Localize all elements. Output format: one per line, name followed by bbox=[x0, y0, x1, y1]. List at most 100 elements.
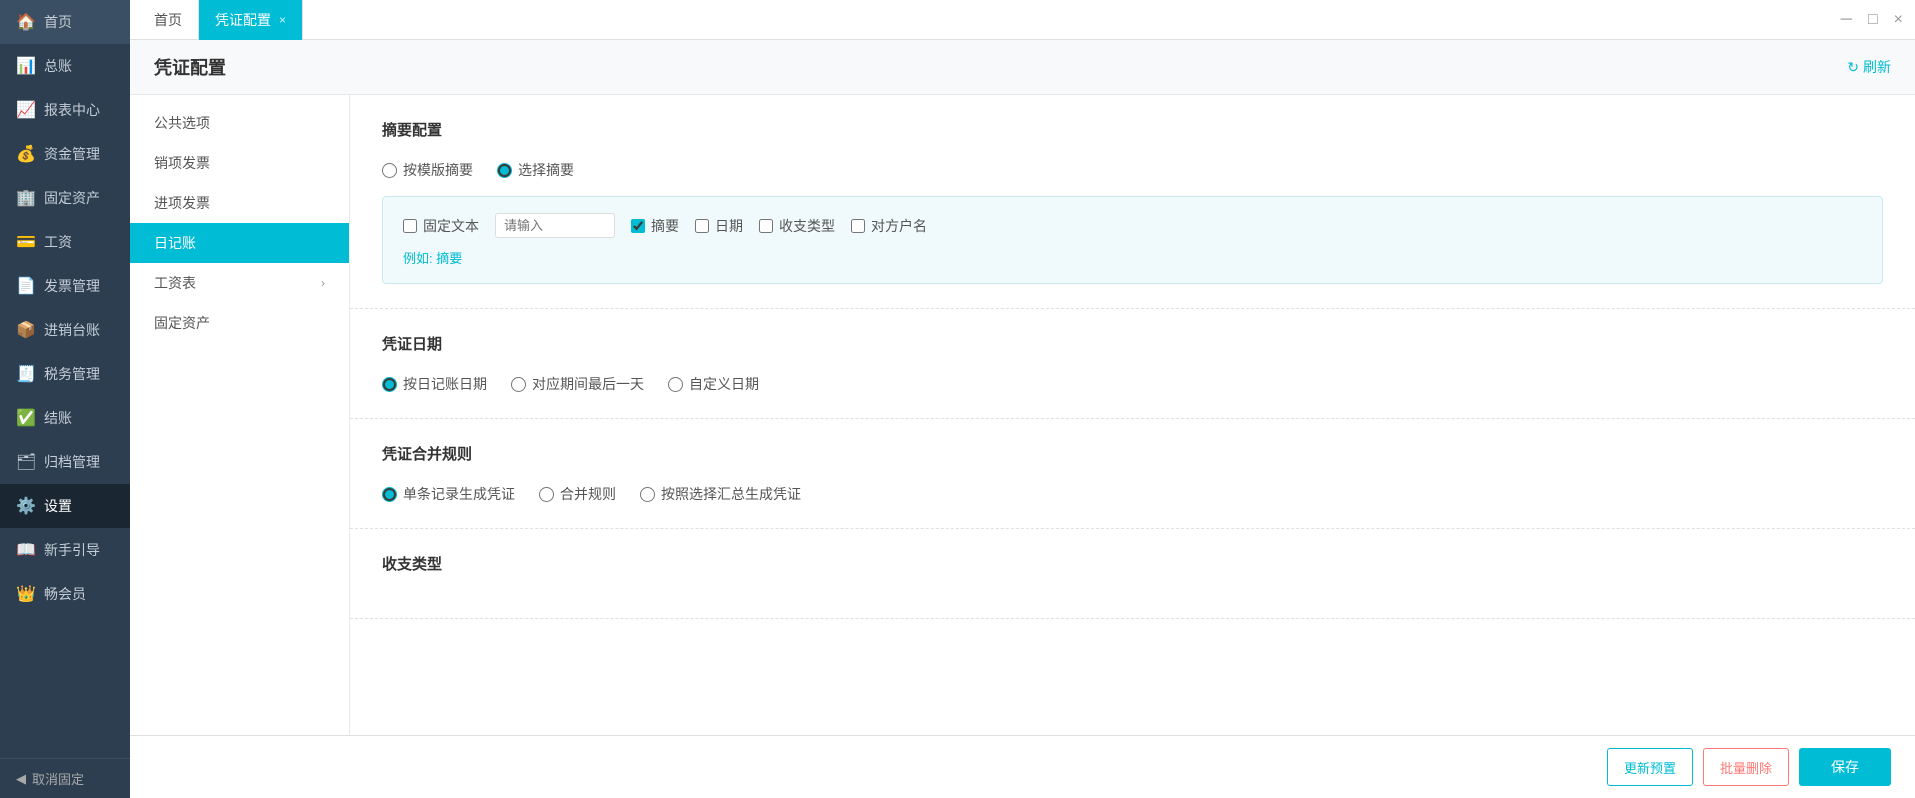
close-button[interactable]: × bbox=[1890, 7, 1907, 33]
tab-bar: 首页凭证配置 × ─ □ × bbox=[130, 0, 1915, 40]
date-checkbox[interactable] bbox=[695, 219, 709, 233]
abstract-checkbox[interactable] bbox=[631, 219, 645, 233]
left-nav-item-sales-invoice[interactable]: 销项发票 bbox=[130, 143, 349, 183]
abstract-checkbox-label[interactable]: 摘要 bbox=[631, 216, 679, 236]
fixed-text-checkbox-label[interactable]: 固定文本 bbox=[403, 216, 479, 236]
by-template-option[interactable]: 按模版摘要 bbox=[382, 160, 473, 180]
left-nav-item-fixed-assets-nav[interactable]: 固定资产 bbox=[130, 303, 349, 343]
main-area: 首页凭证配置× ─ □ × 凭证配置 ↻ 刷新 公共选项销项发票进项发票日记账工… bbox=[130, 0, 1915, 798]
guide-icon: 📖 bbox=[16, 540, 36, 560]
tab-label-voucher-config-tab: 凭证配置 bbox=[215, 10, 271, 30]
single-record-radio[interactable] bbox=[382, 487, 397, 502]
sidebar-item-report-center[interactable]: 📈 报表中心 bbox=[0, 88, 130, 132]
sidebar-item-settings[interactable]: ⚙️ 设置 bbox=[0, 484, 130, 528]
by-journal-date-radio[interactable] bbox=[382, 377, 397, 392]
purchase-sale-label: 进销台账 bbox=[44, 320, 100, 340]
home-label: 首页 bbox=[44, 12, 72, 32]
left-nav-item-journal[interactable]: 日记账 bbox=[130, 223, 349, 263]
sidebar-item-purchase-sale[interactable]: 📦 进销台账 bbox=[0, 308, 130, 352]
custom-date-option[interactable]: 自定义日期 bbox=[668, 374, 759, 394]
left-nav-label-public: 公共选项 bbox=[154, 113, 210, 133]
bottom-action-bar: 更新预置 批量删除 保存 bbox=[130, 735, 1915, 798]
last-day-option[interactable]: 对应期间最后一天 bbox=[511, 374, 644, 394]
sidebar-item-tax-management[interactable]: 🧾 税务管理 bbox=[0, 352, 130, 396]
cancel-fix-label: 取消固定 bbox=[32, 769, 84, 788]
sidebar-item-fund-management[interactable]: 💰 资金管理 bbox=[0, 132, 130, 176]
minimize-button[interactable]: ─ bbox=[1837, 7, 1856, 33]
merge-rules-option[interactable]: 合并规则 bbox=[539, 484, 616, 504]
counterparty-checkbox-label[interactable]: 对方户名 bbox=[851, 216, 927, 236]
left-nav-label-purchase-invoice: 进项发票 bbox=[154, 193, 210, 213]
fixed-assets-label: 固定资产 bbox=[44, 188, 100, 208]
pin-icon: ◀ bbox=[16, 771, 26, 787]
left-nav-label-payroll-table: 工资表 bbox=[154, 273, 196, 293]
save-button[interactable]: 保存 bbox=[1799, 748, 1891, 786]
refresh-button[interactable]: ↻ 刷新 bbox=[1847, 57, 1891, 77]
settlement-icon: ✅ bbox=[16, 408, 36, 428]
single-record-option[interactable]: 单条记录生成凭证 bbox=[382, 484, 515, 504]
date-label: 日期 bbox=[715, 216, 743, 236]
home-icon: 🏠 bbox=[16, 12, 36, 32]
window-controls: ─ □ × bbox=[1837, 7, 1907, 33]
update-preview-button[interactable]: 更新预置 bbox=[1607, 748, 1693, 786]
left-nav-label-sales-invoice: 销项发票 bbox=[154, 153, 210, 173]
fixed-text-input[interactable] bbox=[495, 213, 615, 238]
by-journal-date-option[interactable]: 按日记账日期 bbox=[382, 374, 487, 394]
settlement-label: 结账 bbox=[44, 408, 72, 428]
maximize-button[interactable]: □ bbox=[1864, 7, 1882, 33]
sidebar: 🏠 首页 📊 总账 📈 报表中心 💰 资金管理 🏢 固定资产 💳 工资 📄 发票… bbox=[0, 0, 130, 798]
invoice-management-label: 发票管理 bbox=[44, 276, 100, 296]
merge-rules-radio-group: 单条记录生成凭证 合并规则 按照选择汇总生成凭证 bbox=[382, 484, 1883, 504]
counterparty-checkbox[interactable] bbox=[851, 219, 865, 233]
last-day-label: 对应期间最后一天 bbox=[532, 374, 644, 394]
report-center-icon: 📈 bbox=[16, 100, 36, 120]
batch-generate-radio[interactable] bbox=[640, 487, 655, 502]
batch-generate-label: 按照选择汇总生成凭证 bbox=[661, 484, 801, 504]
voucher-date-radio-group: 按日记账日期 对应期间最后一天 自定义日期 bbox=[382, 374, 1883, 394]
select-abstract-label: 选择摘要 bbox=[518, 160, 574, 180]
sidebar-item-archive-management[interactable]: 🗂 归档管理 bbox=[0, 440, 130, 484]
refresh-icon: ↻ bbox=[1847, 59, 1859, 76]
by-template-radio[interactable] bbox=[382, 163, 397, 178]
merge-rules-radio[interactable] bbox=[539, 487, 554, 502]
sidebar-item-general-ledger[interactable]: 📊 总账 bbox=[0, 44, 130, 88]
payroll-icon: 💳 bbox=[16, 232, 36, 252]
vip-icon: 👑 bbox=[16, 584, 36, 604]
left-nav-item-public[interactable]: 公共选项 bbox=[130, 103, 349, 143]
last-day-radio[interactable] bbox=[511, 377, 526, 392]
sidebar-item-settlement[interactable]: ✅ 结账 bbox=[0, 396, 130, 440]
income-type-checkbox[interactable] bbox=[759, 219, 773, 233]
sidebar-item-invoice-management[interactable]: 📄 发票管理 bbox=[0, 264, 130, 308]
income-type-section: 收支类型 bbox=[350, 529, 1915, 619]
fixed-text-label: 固定文本 bbox=[423, 216, 479, 236]
tab-home-tab[interactable]: 首页 bbox=[138, 0, 199, 40]
cancel-fix-button[interactable]: ◀ 取消固定 bbox=[0, 758, 130, 798]
batch-generate-option[interactable]: 按照选择汇总生成凭证 bbox=[640, 484, 801, 504]
purchase-sale-icon: 📦 bbox=[16, 320, 36, 340]
archive-management-label: 归档管理 bbox=[44, 452, 100, 472]
by-journal-date-label: 按日记账日期 bbox=[403, 374, 487, 394]
voucher-date-section: 凭证日期 按日记账日期 对应期间最后一天 自定义日期 bbox=[350, 309, 1915, 419]
vip-label: 畅会员 bbox=[44, 584, 86, 604]
payroll-label: 工资 bbox=[44, 232, 72, 252]
sidebar-item-vip[interactable]: 👑 畅会员 bbox=[0, 572, 130, 616]
income-type-checkbox-label[interactable]: 收支类型 bbox=[759, 216, 835, 236]
select-abstract-radio[interactable] bbox=[497, 163, 512, 178]
sidebar-item-fixed-assets[interactable]: 🏢 固定资产 bbox=[0, 176, 130, 220]
report-center-label: 报表中心 bbox=[44, 100, 100, 120]
sidebar-item-guide[interactable]: 📖 新手引导 bbox=[0, 528, 130, 572]
fixed-text-checkbox[interactable] bbox=[403, 219, 417, 233]
tab-voucher-config-tab[interactable]: 凭证配置 × bbox=[199, 0, 303, 40]
fund-management-icon: 💰 bbox=[16, 144, 36, 164]
custom-date-radio[interactable] bbox=[668, 377, 683, 392]
left-nav-item-payroll-table[interactable]: 工资表› bbox=[130, 263, 349, 303]
refresh-label: 刷新 bbox=[1863, 57, 1891, 77]
date-checkbox-label[interactable]: 日期 bbox=[695, 216, 743, 236]
left-nav-item-purchase-invoice[interactable]: 进项发票 bbox=[130, 183, 349, 223]
merge-rules-section: 凭证合并规则 单条记录生成凭证 合并规则 按照选择汇总生成凭证 bbox=[350, 419, 1915, 529]
select-abstract-option[interactable]: 选择摘要 bbox=[497, 160, 574, 180]
tab-close-voucher-config-tab[interactable]: × bbox=[279, 13, 286, 27]
batch-delete-button[interactable]: 批量删除 bbox=[1703, 748, 1789, 786]
sidebar-item-payroll[interactable]: 💳 工资 bbox=[0, 220, 130, 264]
sidebar-item-home[interactable]: 🏠 首页 bbox=[0, 0, 130, 44]
